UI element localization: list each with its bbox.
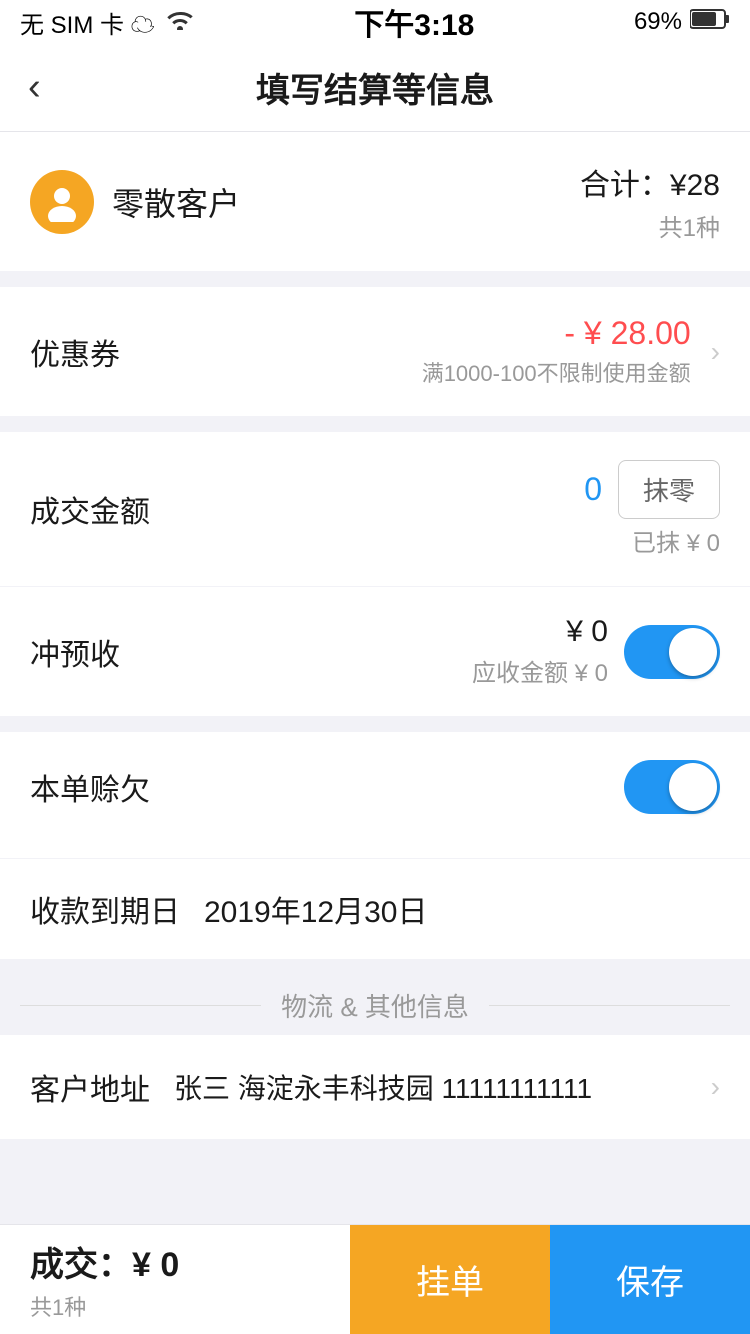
prepay-sub-amount: 应收金额 ¥ 0 — [472, 653, 608, 688]
due-date-label: 收款到期日 — [30, 887, 180, 931]
status-right: 69% — [634, 8, 730, 37]
bottom-deal-value: ¥ 0 — [132, 1246, 179, 1284]
prepayment-row: 冲预收 ¥ 0 应收金额 ¥ 0 — [0, 586, 750, 716]
bottom-deal: 成交：¥ 0 — [30, 1237, 320, 1286]
bottom-bar: 成交：¥ 0 共1种 挂单 保存 — [0, 1224, 750, 1334]
debt-toggle[interactable] — [624, 760, 720, 814]
prepay-main-amount: ¥ 0 — [472, 615, 608, 649]
status-time: 下午3:18 — [354, 0, 474, 44]
divider-right — [489, 1005, 730, 1006]
coupon-label: 优惠券 — [30, 330, 120, 374]
deal-value[interactable]: 0 — [562, 471, 602, 508]
deal-amount-row: 成交金额 0 抹零 已抹 ¥ 0 — [0, 432, 750, 586]
toggle-knob — [669, 628, 717, 676]
debt-block: 本单赊欠 收款到期日 2019年12月30日 — [0, 732, 750, 959]
address-value: 张三 海淀永丰科技园 11111111111 — [174, 1067, 703, 1107]
prepay-amounts: ¥ 0 应收金额 ¥ 0 — [472, 615, 608, 688]
coupon-amount: - ¥ 28.00 — [422, 315, 691, 352]
address-chevron-icon: › — [711, 1071, 720, 1103]
deal-right: 0 抹零 已抹 ¥ 0 — [562, 460, 720, 558]
total-count: 共1种 — [580, 208, 720, 243]
due-date-value: 2019年12月30日 — [204, 887, 427, 931]
address-label: 客户地址 — [30, 1065, 150, 1109]
already-rounded: 已抹 ¥ 0 — [562, 523, 720, 558]
address-section[interactable]: 客户地址 张三 海淀永丰科技园 11111111111 › — [0, 1035, 750, 1139]
divider-left — [20, 1005, 261, 1006]
nav-bar: ‹ 填写结算等信息 — [0, 44, 750, 132]
battery-percent: 69% — [634, 8, 682, 36]
page-title: 填写结算等信息 — [256, 63, 494, 112]
avatar — [30, 170, 94, 234]
customer-section: 零散客户 合计：¥28 共1种 — [0, 132, 750, 271]
status-left: 无 SIM 卡 ☁ — [20, 5, 195, 40]
hold-button[interactable]: 挂单 — [350, 1225, 550, 1334]
bottom-count: 共1种 — [30, 1290, 320, 1322]
debt-row: 本单赊欠 — [0, 732, 750, 842]
round-button[interactable]: 抹零 — [618, 460, 720, 519]
coupon-desc: 满1000-100不限制使用金额 — [422, 356, 691, 388]
debt-label: 本单赊欠 — [30, 765, 150, 809]
coupon-right: - ¥ 28.00 满1000-100不限制使用金额 — [422, 315, 691, 388]
status-bar: 无 SIM 卡 ☁ 下午3:18 69% — [0, 0, 750, 44]
logistics-section: 物流 & 其他信息 — [0, 975, 750, 1035]
customer-total: 合计：¥28 共1种 — [580, 160, 720, 243]
coupon-row[interactable]: 优惠券 - ¥ 28.00 满1000-100不限制使用金额 › — [0, 287, 750, 416]
battery-icon — [690, 8, 730, 37]
total-amount: 合计：¥28 — [580, 160, 720, 204]
back-button[interactable]: ‹ — [28, 66, 41, 109]
deal-amount-label: 成交金额 — [30, 487, 150, 531]
logistics-label: 物流 & 其他信息 — [281, 987, 469, 1024]
coupon-section[interactable]: 优惠券 - ¥ 28.00 满1000-100不限制使用金额 › — [0, 287, 750, 416]
bottom-summary: 成交：¥ 0 共1种 — [0, 1237, 350, 1322]
bottom-deal-label: 成交： — [30, 1246, 132, 1284]
customer-row: 零散客户 合计：¥28 共1种 — [0, 132, 750, 271]
sim-status: 无 SIM 卡 ☁ — [20, 5, 155, 40]
chevron-right-icon: › — [711, 336, 720, 368]
customer-name: 零散客户 — [112, 179, 240, 225]
debt-toggle-knob — [669, 763, 717, 811]
prepayment-toggle[interactable] — [624, 625, 720, 679]
prepayment-label: 冲预收 — [30, 630, 120, 674]
deal-section: 成交金额 0 抹零 已抹 ¥ 0 冲预收 ¥ 0 应收金额 ¥ 0 — [0, 432, 750, 716]
due-date-row: 收款到期日 2019年12月30日 — [0, 858, 750, 959]
save-button[interactable]: 保存 — [550, 1225, 750, 1334]
prepay-right: ¥ 0 应收金额 ¥ 0 — [472, 615, 720, 688]
wifi-icon — [165, 8, 195, 37]
